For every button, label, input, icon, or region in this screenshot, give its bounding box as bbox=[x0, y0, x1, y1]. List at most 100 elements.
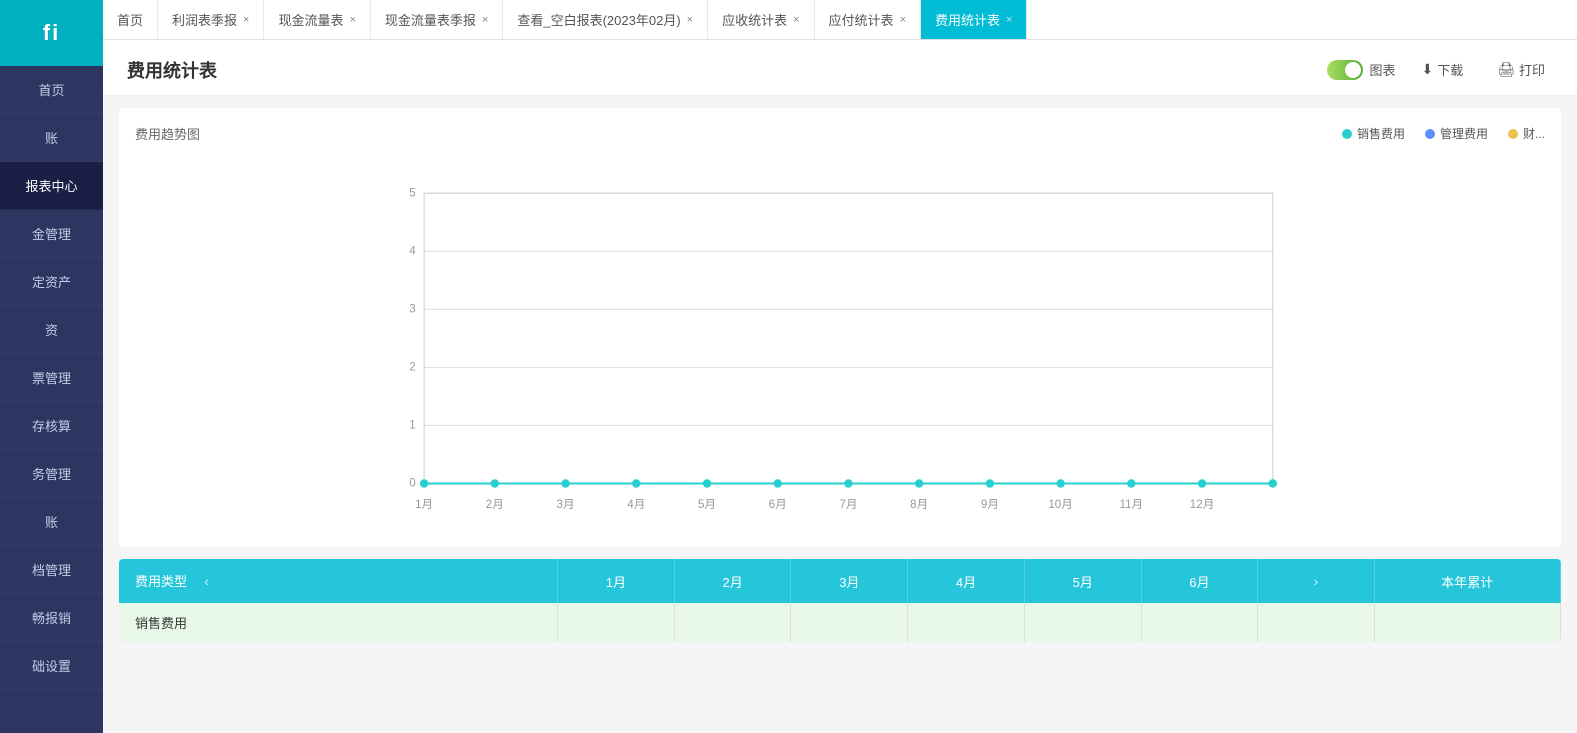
tab-bar: 首页 利润表季报 × 现金流量表 × 现金流量表季报 × 查看_空白报表(202… bbox=[103, 0, 1577, 40]
tab-cashflow-close[interactable]: × bbox=[349, 14, 355, 26]
cell-m2 bbox=[674, 603, 791, 642]
sidebar-item-capital[interactable]: 资 bbox=[0, 306, 103, 354]
legend-finance-dot bbox=[1508, 129, 1518, 139]
svg-text:3: 3 bbox=[409, 303, 415, 316]
tab-cashflow-label: 现金流量表 bbox=[278, 10, 343, 29]
legend-admin: 管理费用 bbox=[1425, 125, 1488, 142]
cell-m3 bbox=[791, 603, 908, 642]
col-expense-type: 费用类型 ‹ bbox=[119, 559, 558, 603]
svg-text:10月: 10月 bbox=[1048, 498, 1073, 511]
col-month-1: 1月 bbox=[558, 559, 675, 603]
chart-toggle-label: 图表 bbox=[1369, 60, 1395, 79]
download-label: 下载 bbox=[1437, 60, 1463, 79]
chart-header: 费用趋势图 销售费用 管理费用 财... bbox=[135, 124, 1545, 143]
svg-text:1月: 1月 bbox=[415, 498, 433, 511]
sidebar: fi 首页 账 报表中心 金管理 定资产 资 票管理 存核算 务管理 账 档管理… bbox=[0, 0, 103, 733]
sidebar-item-reimbursement[interactable]: 畅报销 bbox=[0, 594, 103, 642]
tab-payable-label: 应付统计表 bbox=[829, 10, 894, 29]
cell-ytd bbox=[1374, 603, 1560, 642]
svg-text:5: 5 bbox=[409, 186, 415, 199]
chart-title: 费用趋势图 bbox=[135, 124, 200, 143]
sidebar-item-cash[interactable]: 金管理 bbox=[0, 210, 103, 258]
sidebar-item-home[interactable]: 首页 bbox=[0, 66, 103, 114]
sidebar-item-invoice[interactable]: 票管理 bbox=[0, 354, 103, 402]
tab-cashflow-quarterly-close[interactable]: × bbox=[482, 14, 488, 26]
sidebar-logo: fi bbox=[0, 0, 103, 66]
chart-toggle-wrap: 图表 bbox=[1327, 60, 1395, 80]
chart-container: 0 1 2 3 4 5 bbox=[135, 151, 1545, 531]
svg-text:5月: 5月 bbox=[698, 498, 716, 511]
sidebar-item-archive[interactable]: 档管理 bbox=[0, 546, 103, 594]
col-month-2: 2月 bbox=[674, 559, 791, 603]
tab-blank-report-label: 查看_空白报表(2023年02月) bbox=[517, 10, 680, 29]
prev-arrow[interactable]: ‹ bbox=[197, 571, 217, 591]
tab-profit-quarterly-label: 利润表季报 bbox=[172, 10, 237, 29]
col-next-arrow-header: › bbox=[1258, 559, 1374, 603]
svg-text:4: 4 bbox=[409, 244, 416, 257]
main-area: 首页 利润表季报 × 现金流量表 × 现金流量表季报 × 查看_空白报表(202… bbox=[103, 0, 1577, 733]
sidebar-item-ledger[interactable]: 账 bbox=[0, 498, 103, 546]
legend-sales-dot bbox=[1342, 129, 1352, 139]
sidebar-item-service[interactable]: 务管理 bbox=[0, 450, 103, 498]
cell-m6 bbox=[1141, 603, 1258, 642]
legend-admin-dot bbox=[1425, 129, 1435, 139]
svg-text:9月: 9月 bbox=[981, 498, 999, 511]
content-area: 费用统计表 图表 ⬇ 下载 🖨 打印 费用趋势图 bbox=[103, 40, 1577, 733]
legend-sales: 销售费用 bbox=[1342, 125, 1405, 142]
next-arrow[interactable]: › bbox=[1306, 571, 1326, 591]
table-section: 费用类型 ‹ 1月 2月 3月 4月 5月 6月 › 本年累计 bbox=[119, 559, 1561, 642]
tab-receivable-close[interactable]: × bbox=[793, 14, 799, 26]
tab-profit-quarterly-close[interactable]: × bbox=[243, 14, 249, 26]
col-month-6: 6月 bbox=[1141, 559, 1258, 603]
tab-profit-quarterly[interactable]: 利润表季报 × bbox=[158, 0, 264, 40]
col-month-3: 3月 bbox=[791, 559, 908, 603]
chart-legend: 销售费用 管理费用 财... bbox=[1342, 125, 1545, 142]
tab-blank-report[interactable]: 查看_空白报表(2023年02月) × bbox=[503, 0, 708, 40]
sidebar-item-reports[interactable]: 报表中心 bbox=[0, 162, 103, 210]
svg-text:11月: 11月 bbox=[1119, 498, 1143, 511]
table-row: 销售费用 bbox=[119, 603, 1561, 642]
tab-receivable[interactable]: 应收统计表 × bbox=[708, 0, 814, 40]
svg-text:7月: 7月 bbox=[839, 498, 857, 511]
tab-home[interactable]: 首页 bbox=[103, 0, 158, 40]
sidebar-item-account[interactable]: 账 bbox=[0, 114, 103, 162]
download-icon: ⬇ bbox=[1421, 61, 1433, 78]
tab-payable-close[interactable]: × bbox=[900, 14, 906, 26]
tab-cashflow[interactable]: 现金流量表 × bbox=[264, 0, 370, 40]
col-month-4: 4月 bbox=[908, 559, 1025, 603]
legend-finance: 财... bbox=[1508, 125, 1545, 142]
svg-text:8月: 8月 bbox=[910, 498, 928, 511]
page-header: 费用统计表 图表 ⬇ 下载 🖨 打印 bbox=[103, 40, 1577, 96]
sidebar-item-inventory[interactable]: 存核算 bbox=[0, 402, 103, 450]
tab-cashflow-quarterly[interactable]: 现金流量表季报 × bbox=[371, 0, 503, 40]
header-actions: 图表 ⬇ 下载 🖨 打印 bbox=[1327, 56, 1553, 83]
chart-section: 费用趋势图 销售费用 管理费用 财... bbox=[119, 108, 1561, 547]
tab-receivable-label: 应收统计表 bbox=[722, 10, 787, 29]
download-button[interactable]: ⬇ 下载 bbox=[1413, 56, 1471, 83]
sidebar-item-settings[interactable]: 础设置 bbox=[0, 642, 103, 690]
svg-text:0: 0 bbox=[409, 477, 415, 490]
print-button[interactable]: 🖨 打印 bbox=[1489, 56, 1553, 83]
tab-cashflow-quarterly-label: 现金流量表季报 bbox=[385, 10, 476, 29]
tab-blank-report-close[interactable]: × bbox=[687, 14, 693, 26]
svg-text:3月: 3月 bbox=[557, 498, 575, 511]
svg-text:4月: 4月 bbox=[627, 498, 645, 511]
tab-expense-label: 费用统计表 bbox=[935, 10, 1000, 29]
legend-sales-label: 销售费用 bbox=[1357, 125, 1405, 142]
tab-home-label: 首页 bbox=[117, 10, 143, 29]
cell-m1 bbox=[558, 603, 675, 642]
col-ytd: 本年累计 bbox=[1374, 559, 1560, 603]
tab-expense[interactable]: 费用统计表 × bbox=[921, 0, 1027, 40]
sidebar-item-assets[interactable]: 定资产 bbox=[0, 258, 103, 306]
page-title: 费用统计表 bbox=[127, 57, 217, 83]
cell-arrow-spacer bbox=[1258, 603, 1374, 642]
svg-text:1: 1 bbox=[409, 419, 415, 432]
legend-admin-label: 管理费用 bbox=[1440, 125, 1488, 142]
tab-payable[interactable]: 应付统计表 × bbox=[815, 0, 921, 40]
cell-expense-type: 销售费用 bbox=[119, 603, 558, 642]
svg-text:2: 2 bbox=[409, 361, 415, 374]
svg-text:2月: 2月 bbox=[486, 498, 504, 511]
tab-expense-close[interactable]: × bbox=[1006, 14, 1012, 26]
svg-text:12月: 12月 bbox=[1190, 498, 1215, 511]
chart-toggle[interactable] bbox=[1327, 60, 1363, 80]
